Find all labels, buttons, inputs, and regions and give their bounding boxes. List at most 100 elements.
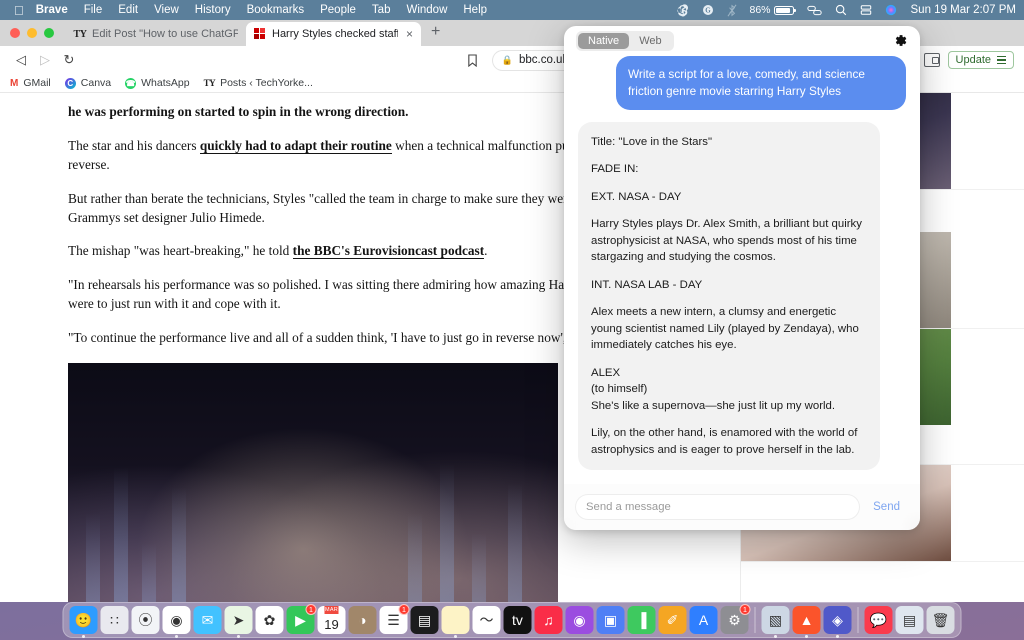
lock-icon: 🔒 (501, 54, 513, 65)
bookmark-techyorke[interactable]: TY Posts ‹ TechYorke... (204, 77, 313, 89)
dock-item-messages[interactable]: 💬 (864, 606, 893, 634)
dock-item-brave[interactable]: ▲ (792, 606, 821, 638)
dock-item-numbers[interactable]: ▐ (627, 606, 656, 634)
dock-item-contacts[interactable]: ◑ (348, 606, 377, 634)
minimize-window-button[interactable] (27, 28, 37, 38)
assistant-paragraph: Alex meets a new intern, a clumsy and en… (591, 306, 859, 352)
whatsapp-icon: ☎ (125, 77, 137, 89)
article-link[interactable]: quickly had to adapt their routine (199, 137, 392, 154)
bookmark-label: WhatsApp (141, 77, 190, 89)
dock-item-safari[interactable]: ⦿ (131, 606, 160, 634)
dock-item-trash[interactable]: 🗑 (926, 606, 955, 634)
dock-item-keynote[interactable]: ▣ (596, 606, 625, 634)
menu-item-help[interactable]: Help (463, 4, 487, 16)
dock-item-system-settings[interactable]: ⚙ 1 (720, 604, 751, 634)
grammarly-icon[interactable]: G (702, 4, 714, 16)
dock-item-photos[interactable]: ✿ (255, 606, 284, 634)
forward-button[interactable]: ▷ (34, 49, 56, 71)
dock-item-launchpad[interactable]: ∷ (100, 606, 129, 634)
dock-item-preview[interactable]: ▧ (761, 606, 790, 638)
dock-item-teams[interactable]: ◈ (823, 606, 852, 638)
new-tab-button[interactable]: + (421, 24, 450, 42)
dock-item-calendar[interactable]: MAR 19 (317, 606, 346, 634)
battery-icon (773, 5, 796, 15)
bookmark-whatsapp[interactable]: ☎ WhatsApp (125, 77, 190, 89)
assistant-paragraph: INT. NASA LAB - DAY (591, 278, 703, 291)
dock-item-notes[interactable] (441, 606, 470, 638)
update-button[interactable]: Update (947, 51, 1015, 69)
dock-item-apple-tv[interactable]: tv (503, 606, 532, 634)
gear-icon[interactable] (893, 33, 908, 50)
browser-tab-techyorke[interactable]: TY Edit Post "How to use ChatGPT on N (66, 22, 246, 46)
browser-menu-icon[interactable] (997, 56, 1007, 64)
maximize-window-button[interactable] (44, 28, 54, 38)
dock-separator (754, 607, 756, 633)
dock-item-finder[interactable]: 🙂 (69, 606, 98, 638)
back-button[interactable]: ◁ (10, 49, 32, 71)
control-center-icon[interactable] (806, 5, 822, 16)
tab-web[interactable]: Web (629, 33, 671, 49)
menu-item-history[interactable]: History (195, 4, 231, 16)
menu-item-brave[interactable]: Brave (36, 4, 68, 16)
teams-icon: ◈ (832, 611, 843, 628)
dock-item-mail[interactable]: ✉ (193, 606, 222, 634)
menu-item-edit[interactable]: Edit (118, 4, 138, 16)
apple-logo-icon[interactable]:  (14, 4, 24, 17)
dock-item-maps[interactable]: ➤ (224, 606, 253, 638)
apple-tv-icon: tv (512, 612, 523, 628)
message-input[interactable] (576, 495, 860, 519)
menu-item-tab[interactable]: Tab (372, 4, 391, 16)
assistant-paragraph: Harry Styles plays Dr. Alex Smith, a bri… (591, 218, 862, 264)
podcasts-icon: ◉ (573, 611, 586, 628)
canva-icon: C (64, 77, 76, 89)
bookmark-this-page-icon[interactable] (462, 49, 484, 71)
close-window-button[interactable] (10, 28, 20, 38)
assistant-paragraph: Title: "Love in the Stars" (591, 135, 712, 148)
dock-item-app-store[interactable]: A (689, 606, 718, 634)
dock-item-podcasts[interactable]: ◉ (565, 606, 594, 634)
battery-status[interactable]: 86% (750, 4, 796, 16)
dock-item-music[interactable]: ♫ (534, 606, 563, 634)
openai-icon[interactable] (676, 3, 689, 17)
dock-item-reminders[interactable]: ☰ 1 (379, 604, 410, 634)
bookmark-canva[interactable]: C Canva (64, 77, 111, 89)
menu-item-view[interactable]: View (154, 4, 179, 16)
notification-badge: 1 (739, 604, 751, 615)
dock-item-facetime[interactable]: ▶ 1 (286, 604, 317, 634)
bookmark-gmail[interactable]: M GMail (10, 77, 51, 89)
menubar-clock[interactable]: Sun 19 Mar 2:07 PM (911, 4, 1016, 16)
menu-item-file[interactable]: File (84, 4, 103, 16)
reload-button[interactable]: ↻ (58, 49, 80, 71)
send-button[interactable]: Send (865, 497, 908, 517)
tab-native[interactable]: Native (578, 33, 630, 49)
article-link[interactable]: the BBC's Eurovisioncast podcast (292, 243, 485, 260)
search-icon[interactable] (835, 4, 847, 16)
tab-title: Harry Styles checked staff were (272, 28, 398, 40)
wallet-icon[interactable] (923, 53, 940, 67)
menu-item-window[interactable]: Window (406, 4, 447, 16)
dock-item-keynote-dark[interactable]: ▤ (410, 606, 439, 634)
close-tab-icon[interactable]: × (406, 27, 413, 41)
siri-icon[interactable] (885, 4, 897, 16)
menu-item-people[interactable]: People (320, 4, 356, 16)
popup-mode-tabs: Native Web (576, 31, 674, 51)
bluetooth-off-icon[interactable] (727, 4, 737, 17)
mail-icon: ✉ (201, 611, 214, 628)
running-indicator (82, 635, 85, 638)
music-icon: ♫ (543, 612, 554, 628)
dock-item-chrome[interactable]: ◉ (162, 606, 191, 638)
assistant-paragraph: Lily, on the other hand, is enamored wit… (591, 427, 858, 456)
techyorke-icon: TY (203, 78, 216, 88)
dock-item-pages[interactable]: ✐ (658, 606, 687, 634)
browser-tab-bbc[interactable]: Harry Styles checked staff were × (246, 22, 422, 46)
menu-item-bookmarks[interactable]: Bookmarks (247, 4, 305, 16)
finder-icon: 🙂 (74, 611, 93, 628)
notification-badge: 1 (398, 604, 410, 615)
display-icon[interactable] (860, 4, 872, 16)
screen-share-icon: ▤ (902, 611, 917, 628)
dock-item-stocks[interactable]: 〜 (472, 606, 501, 634)
trash-icon: 🗑 (931, 611, 950, 628)
dock-item-screen-share[interactable]: ▤ (895, 606, 924, 634)
chat-transcript: Write a script for a love, comedy, and s… (564, 56, 920, 484)
running-indicator (175, 635, 178, 638)
